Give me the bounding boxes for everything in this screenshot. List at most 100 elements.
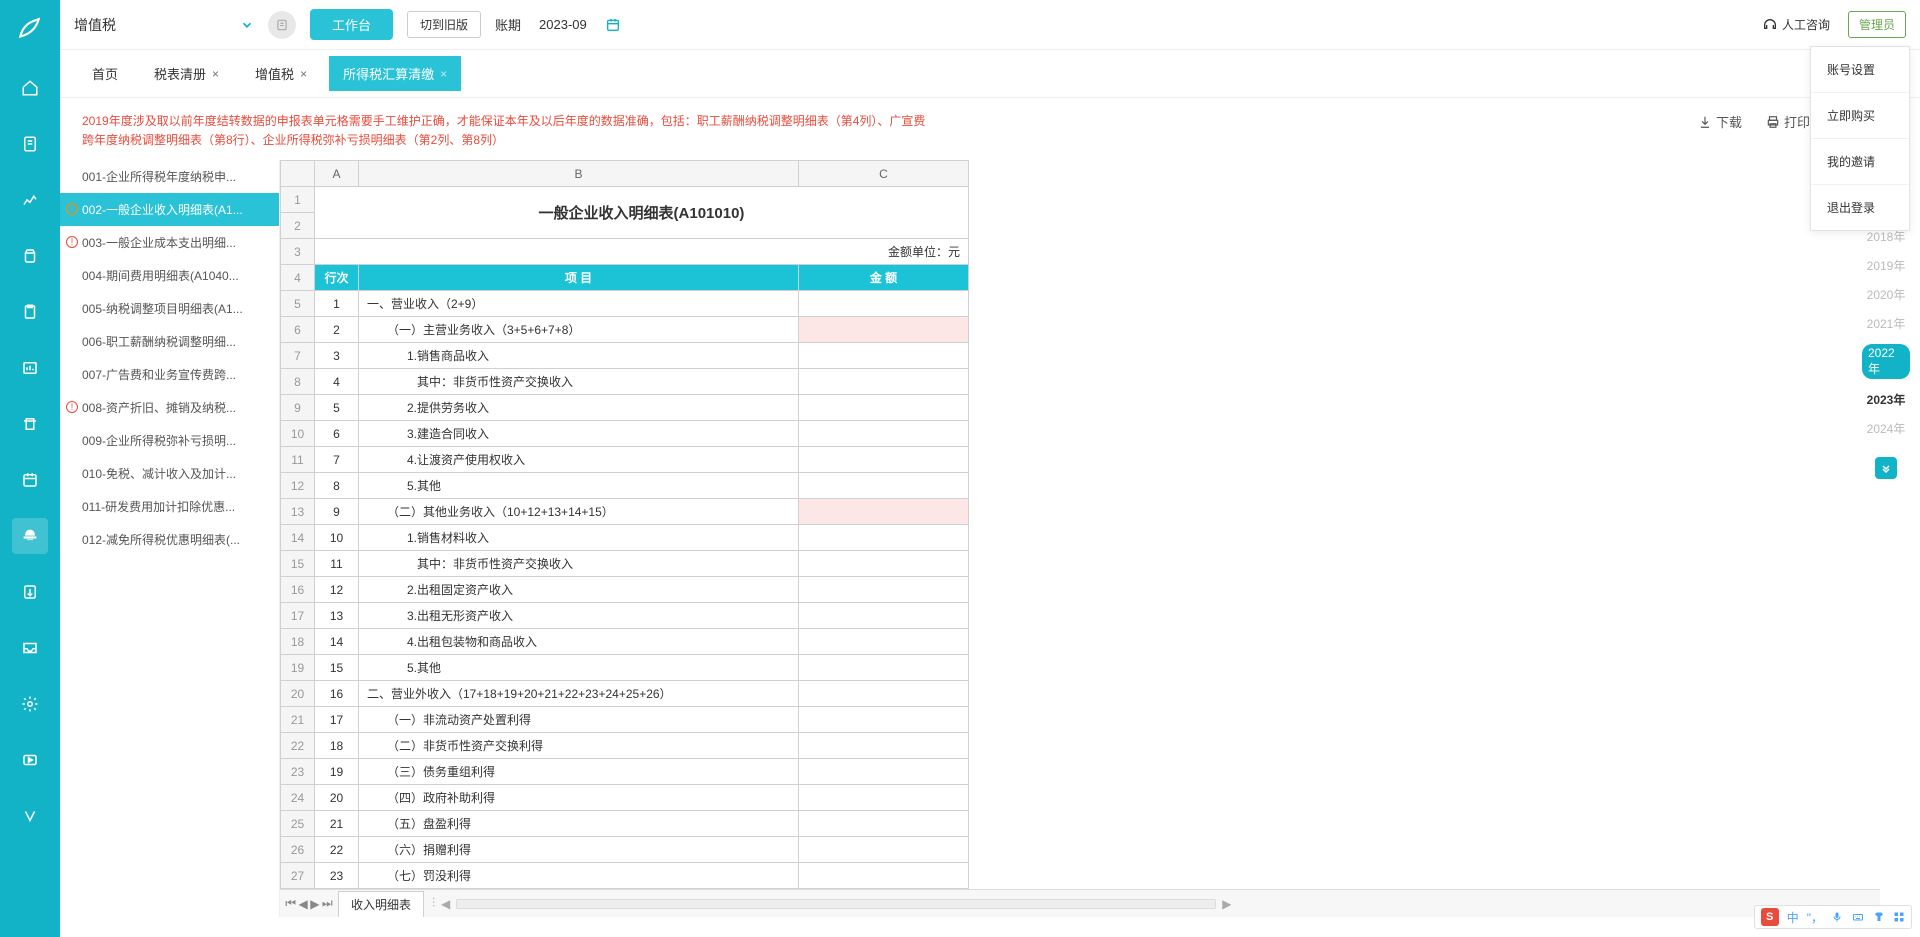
year-item[interactable]: 2022年 <box>1862 344 1910 379</box>
line-number-cell[interactable]: 19 <box>315 759 359 785</box>
row-num[interactable]: 6 <box>281 317 315 343</box>
nav-clipboard-icon[interactable] <box>12 294 48 330</box>
row-num[interactable]: 11 <box>281 447 315 473</box>
line-number-cell[interactable]: 9 <box>315 499 359 525</box>
row-num[interactable]: 24 <box>281 785 315 811</box>
line-number-cell[interactable]: 1 <box>315 291 359 317</box>
amount-cell[interactable] <box>799 499 969 525</box>
line-number-cell[interactable]: 16 <box>315 681 359 707</box>
line-number-cell[interactable]: 4 <box>315 369 359 395</box>
row-num[interactable]: 26 <box>281 837 315 863</box>
line-number-cell[interactable]: 5 <box>315 395 359 421</box>
nav-first-icon[interactable]: ⏮ <box>285 896 296 911</box>
form-list-item[interactable]: 011-研发费用加计扣除优惠... <box>60 490 279 523</box>
item-name-cell[interactable]: （一）非流动资产处置利得 <box>359 707 799 733</box>
line-number-cell[interactable]: 15 <box>315 655 359 681</box>
row-num[interactable]: 14 <box>281 525 315 551</box>
amount-cell[interactable] <box>799 343 969 369</box>
form-list-item[interactable]: 006-职工薪酬纳税调整明细... <box>60 325 279 358</box>
row-num[interactable]: 23 <box>281 759 315 785</box>
ime-keyboard-icon[interactable] <box>1851 911 1865 923</box>
item-name-cell[interactable]: （六）捐赠利得 <box>359 837 799 863</box>
amount-cell[interactable] <box>799 291 969 317</box>
amount-cell[interactable] <box>799 759 969 785</box>
tab-tax-list[interactable]: 税表清册× <box>140 56 233 91</box>
company-dropdown[interactable]: 增值税 <box>74 15 254 35</box>
col-B[interactable]: B <box>359 161 799 187</box>
row-num[interactable]: 1 <box>281 187 315 213</box>
line-number-cell[interactable]: 21 <box>315 811 359 837</box>
line-number-cell[interactable]: 20 <box>315 785 359 811</box>
form-list-item[interactable]: 010-免税、减计收入及加计... <box>60 457 279 490</box>
nav-next-icon[interactable]: ▶ <box>310 897 319 911</box>
calendar-icon[interactable] <box>605 17 621 33</box>
row-num[interactable]: 13 <box>281 499 315 525</box>
row-num[interactable]: 8 <box>281 369 315 395</box>
item-name-cell[interactable]: 5.其他 <box>359 473 799 499</box>
form-list-item[interactable]: 005-纳税调整项目明细表(A1... <box>60 292 279 325</box>
row-num[interactable]: 20 <box>281 681 315 707</box>
amount-cell[interactable] <box>799 421 969 447</box>
tab-vat[interactable]: 增值税× <box>241 56 321 91</box>
workdesk-button[interactable]: 工作台 <box>310 9 393 40</box>
line-number-cell[interactable]: 11 <box>315 551 359 577</box>
row-num[interactable]: 25 <box>281 811 315 837</box>
nav-archive-icon[interactable] <box>12 574 48 610</box>
amount-cell[interactable] <box>799 811 969 837</box>
line-number-cell[interactable]: 13 <box>315 603 359 629</box>
item-name-cell[interactable]: 4.让渡资产使用权收入 <box>359 447 799 473</box>
row-num[interactable]: 9 <box>281 395 315 421</box>
amount-cell[interactable] <box>799 473 969 499</box>
item-name-cell[interactable]: （一）主营业务收入（3+5+6+7+8） <box>359 317 799 343</box>
menu-buy-now[interactable]: 立即购买 <box>1811 93 1909 139</box>
item-name-cell[interactable]: 4.出租包装物和商品收入 <box>359 629 799 655</box>
item-name-cell[interactable]: （二）非货币性资产交换利得 <box>359 733 799 759</box>
year-expand-button[interactable] <box>1875 457 1897 479</box>
item-name-cell[interactable]: 3.出租无形资产收入 <box>359 603 799 629</box>
col-A[interactable]: A <box>315 161 359 187</box>
year-item[interactable]: 2023年 <box>1867 391 1906 408</box>
year-item[interactable]: 2020年 <box>1867 286 1906 303</box>
nav-chart-icon[interactable] <box>12 182 48 218</box>
col-C[interactable]: C <box>799 161 969 187</box>
form-list-item[interactable]: !003-一般企业成本支出明细... <box>60 226 279 259</box>
amount-cell[interactable] <box>799 525 969 551</box>
amount-cell[interactable] <box>799 681 969 707</box>
item-name-cell[interactable]: 2.出租固定资产收入 <box>359 577 799 603</box>
row-num[interactable]: 5 <box>281 291 315 317</box>
amount-cell[interactable] <box>799 577 969 603</box>
amount-cell[interactable] <box>799 369 969 395</box>
form-list-item[interactable]: !002-一般企业收入明细表(A1... <box>60 193 279 226</box>
line-number-cell[interactable]: 22 <box>315 837 359 863</box>
ime-toolbox-icon[interactable] <box>1893 911 1905 923</box>
row-num[interactable]: 3 <box>281 239 315 265</box>
ime-logo-icon[interactable]: S <box>1761 908 1779 926</box>
row-num[interactable]: 10 <box>281 421 315 447</box>
nav-doc-icon[interactable] <box>12 126 48 162</box>
line-number-cell[interactable]: 18 <box>315 733 359 759</box>
line-number-cell[interactable]: 12 <box>315 577 359 603</box>
amount-cell[interactable] <box>799 655 969 681</box>
sheet-nav[interactable]: ⏮ ◀ ▶ ⏭ <box>280 896 338 911</box>
nav-settings-icon[interactable] <box>12 686 48 722</box>
amount-cell[interactable] <box>799 317 969 343</box>
amount-cell[interactable] <box>799 863 969 889</box>
item-name-cell[interactable]: 1.销售商品收入 <box>359 343 799 369</box>
print-button[interactable]: 打印 <box>1766 112 1810 131</box>
line-number-cell[interactable]: 10 <box>315 525 359 551</box>
amount-cell[interactable] <box>799 551 969 577</box>
row-num[interactable]: 17 <box>281 603 315 629</box>
row-num[interactable]: 2 <box>281 213 315 239</box>
nav-v-icon[interactable] <box>12 798 48 834</box>
year-item[interactable]: 2021年 <box>1867 315 1906 332</box>
ime-mic-icon[interactable] <box>1831 911 1843 923</box>
nav-video-icon[interactable] <box>12 742 48 778</box>
year-item[interactable]: 2019年 <box>1867 257 1906 274</box>
row-num[interactable]: 19 <box>281 655 315 681</box>
menu-logout[interactable]: 退出登录 <box>1811 185 1909 230</box>
item-name-cell[interactable]: 二、营业外收入（17+18+19+20+21+22+23+24+25+26） <box>359 681 799 707</box>
nav-money-icon[interactable] <box>12 238 48 274</box>
amount-cell[interactable] <box>799 395 969 421</box>
item-name-cell[interactable]: 1.销售材料收入 <box>359 525 799 551</box>
nav-calendar-icon[interactable] <box>12 462 48 498</box>
